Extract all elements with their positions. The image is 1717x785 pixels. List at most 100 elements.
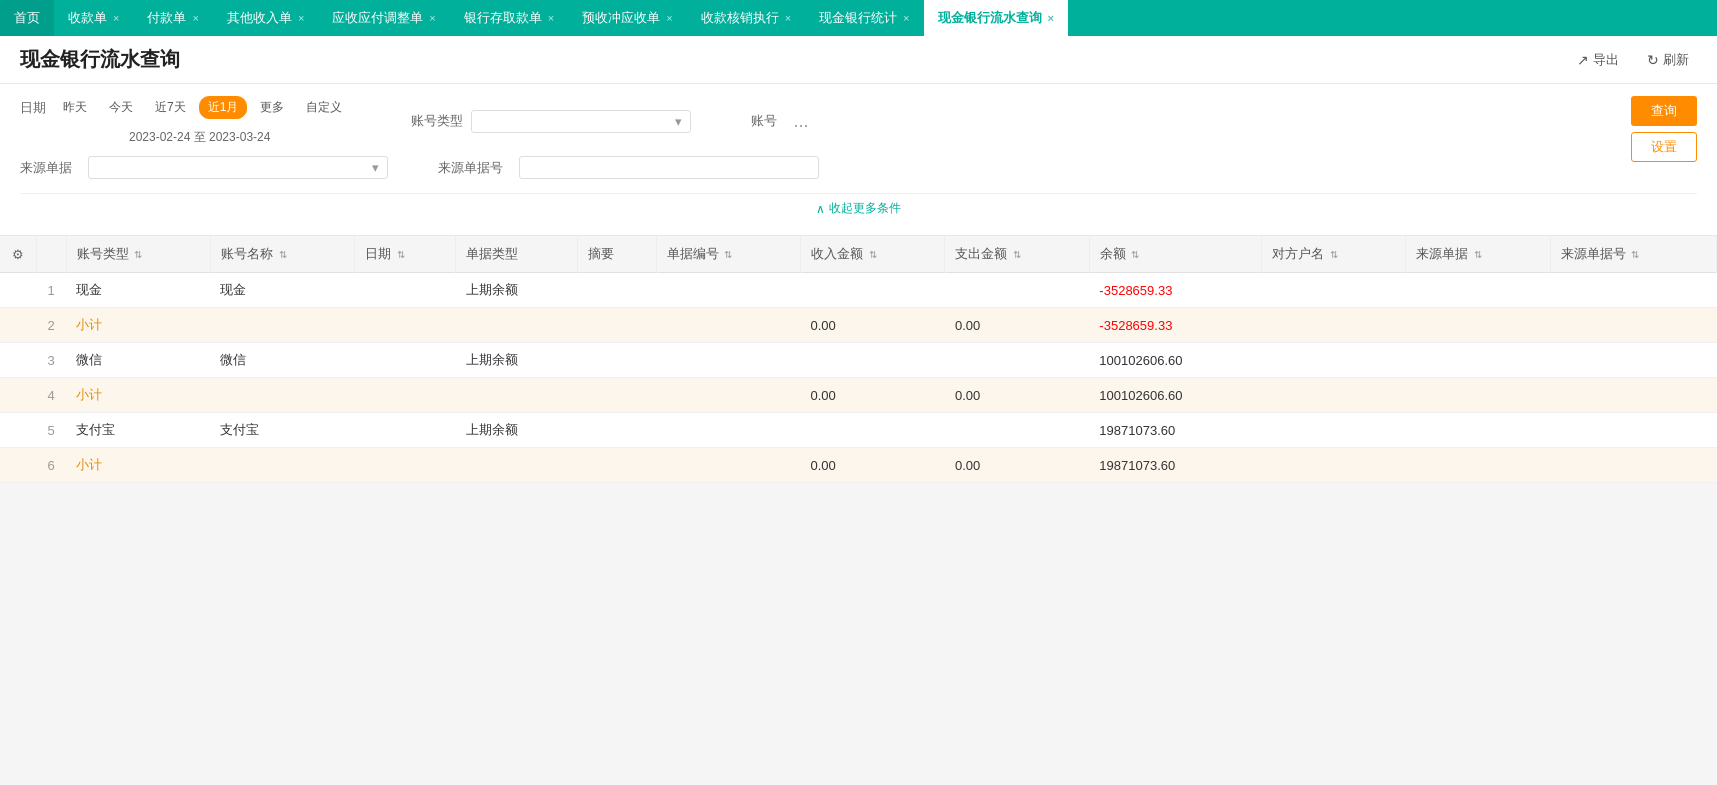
row-summary-3 bbox=[578, 378, 656, 413]
nav-close-bank-deposit[interactable]: × bbox=[548, 12, 554, 24]
nav-close-cash-flow[interactable]: × bbox=[1048, 12, 1054, 24]
refresh-button[interactable]: ↻ 刷新 bbox=[1639, 47, 1697, 73]
nav-item-cash-flow[interactable]: 现金银行流水查询 × bbox=[924, 0, 1068, 36]
row-gear-4 bbox=[0, 413, 36, 448]
nav-close-advance[interactable]: × bbox=[666, 12, 672, 24]
nav-item-advance[interactable]: 预收冲应收单 × bbox=[568, 0, 686, 36]
nav-item-adjustment[interactable]: 应收应付调整单 × bbox=[318, 0, 449, 36]
row-source-doc-4 bbox=[1406, 413, 1550, 448]
date-btn-1month[interactable]: 近1月 bbox=[199, 96, 248, 119]
nav-item-payment[interactable]: 付款单 × bbox=[133, 0, 212, 36]
row-num-2: 3 bbox=[36, 343, 66, 378]
row-counterpart-0 bbox=[1261, 273, 1405, 308]
row-doc-no-4 bbox=[656, 413, 800, 448]
row-source-doc-no-5 bbox=[1550, 448, 1716, 483]
account-filter-group: 账号 ... bbox=[751, 111, 808, 132]
nav-close-adjustment[interactable]: × bbox=[429, 12, 435, 24]
sort-icon-date: ⇅ bbox=[397, 249, 405, 260]
th-date[interactable]: 日期 ⇅ bbox=[355, 236, 456, 273]
nav-close-payment[interactable]: × bbox=[192, 12, 198, 24]
date-options: 昨天 今天 近7天 近1月 更多 自定义 bbox=[54, 96, 351, 119]
row-source-doc-0 bbox=[1406, 273, 1550, 308]
th-gear[interactable]: ⚙ bbox=[0, 236, 36, 273]
th-row-num bbox=[36, 236, 66, 273]
source-doc-select[interactable]: ▾ bbox=[88, 156, 388, 179]
th-doc-type: 单据类型 bbox=[456, 236, 578, 273]
row-expense-3: 0.00 bbox=[945, 378, 1089, 413]
export-button[interactable]: ↗ 导出 bbox=[1569, 47, 1627, 73]
th-account-type[interactable]: 账号类型 ⇅ bbox=[66, 236, 210, 273]
row-summary-5 bbox=[578, 448, 656, 483]
row-balance-0: -3528659.33 bbox=[1089, 273, 1261, 308]
row-summary-4 bbox=[578, 413, 656, 448]
row-balance-5: 19871073.60 bbox=[1089, 448, 1261, 483]
row-gear-2 bbox=[0, 343, 36, 378]
row-date-1 bbox=[355, 308, 456, 343]
th-balance[interactable]: 余额 ⇅ bbox=[1089, 236, 1261, 273]
row-expense-2 bbox=[945, 343, 1089, 378]
filter-left: 日期 昨天 今天 近7天 近1月 更多 自定义 2023-02-24 至 202… bbox=[20, 96, 1601, 189]
nav-item-bank-deposit[interactable]: 银行存取款单 × bbox=[450, 0, 568, 36]
date-btn-custom[interactable]: 自定义 bbox=[297, 96, 351, 119]
sort-icon-source-doc: ⇅ bbox=[1474, 249, 1482, 260]
row-account-type-3: 小计 bbox=[66, 378, 210, 413]
settings-button[interactable]: 设置 bbox=[1631, 132, 1697, 162]
filter-row-2: 来源单据 ▾ 来源单据号 bbox=[20, 156, 1601, 179]
row-num-3: 4 bbox=[36, 378, 66, 413]
th-source-doc[interactable]: 来源单据 ⇅ bbox=[1406, 236, 1550, 273]
source-doc-no-filter-group: 来源单据号 bbox=[438, 156, 819, 179]
th-doc-no[interactable]: 单据编号 ⇅ bbox=[656, 236, 800, 273]
nav-close-other-income[interactable]: × bbox=[298, 12, 304, 24]
date-btn-7days[interactable]: 近7天 bbox=[146, 96, 195, 119]
row-doc-type-0: 上期余额 bbox=[456, 273, 578, 308]
th-account-name[interactable]: 账号名称 ⇅ bbox=[210, 236, 354, 273]
nav-item-receipt[interactable]: 收款单 × bbox=[54, 0, 133, 36]
date-btn-more[interactable]: 更多 bbox=[251, 96, 293, 119]
nav-item-home[interactable]: 首页 bbox=[0, 0, 54, 36]
collapse-bar[interactable]: ∧ 收起更多条件 bbox=[20, 193, 1697, 223]
row-num-5: 6 bbox=[36, 448, 66, 483]
row-account-name-5 bbox=[210, 448, 354, 483]
row-source-doc-no-0 bbox=[1550, 273, 1716, 308]
nav-close-cash-stat[interactable]: × bbox=[903, 12, 909, 24]
date-btn-today[interactable]: 今天 bbox=[100, 96, 142, 119]
row-account-type-0: 现金 bbox=[66, 273, 210, 308]
nav-label-receipt: 收款单 bbox=[68, 9, 107, 27]
row-date-3 bbox=[355, 378, 456, 413]
date-label: 日期 bbox=[20, 99, 46, 117]
account-ellipsis-button[interactable]: ... bbox=[793, 111, 808, 132]
th-counterpart[interactable]: 对方户名 ⇅ bbox=[1261, 236, 1405, 273]
row-counterpart-2 bbox=[1261, 343, 1405, 378]
nav-label-advance: 预收冲应收单 bbox=[582, 9, 660, 27]
row-doc-type-5 bbox=[456, 448, 578, 483]
nav-label-writeoff: 收款核销执行 bbox=[701, 9, 779, 27]
row-doc-no-5 bbox=[656, 448, 800, 483]
table-container: ⚙ 账号类型 ⇅ 账号名称 ⇅ 日期 ⇅ 单据类型 摘要 单据编号 ⇅ 收入金额… bbox=[0, 236, 1717, 483]
date-btn-yesterday[interactable]: 昨天 bbox=[54, 96, 96, 119]
nav-item-writeoff[interactable]: 收款核销执行 × bbox=[687, 0, 805, 36]
th-summary: 摘要 bbox=[578, 236, 656, 273]
row-source-doc-no-1 bbox=[1550, 308, 1716, 343]
row-num-1: 2 bbox=[36, 308, 66, 343]
table-row: 1 现金 现金 上期余额 -3528659.33 bbox=[0, 273, 1717, 308]
th-income[interactable]: 收入金额 ⇅ bbox=[800, 236, 944, 273]
header-actions: ↗ 导出 ↻ 刷新 bbox=[1569, 47, 1697, 73]
th-source-doc-no[interactable]: 来源单据号 ⇅ bbox=[1550, 236, 1716, 273]
row-expense-4 bbox=[945, 413, 1089, 448]
nav-close-receipt[interactable]: × bbox=[113, 12, 119, 24]
nav-item-cash-stat[interactable]: 现金银行统计 × bbox=[805, 0, 923, 36]
row-doc-type-2: 上期余额 bbox=[456, 343, 578, 378]
nav-close-writeoff[interactable]: × bbox=[785, 12, 791, 24]
nav-item-other-income[interactable]: 其他收入单 × bbox=[213, 0, 318, 36]
th-expense[interactable]: 支出金额 ⇅ bbox=[945, 236, 1089, 273]
table-row: 3 微信 微信 上期余额 100102606.60 bbox=[0, 343, 1717, 378]
row-account-name-1 bbox=[210, 308, 354, 343]
source-doc-no-input[interactable] bbox=[519, 156, 819, 179]
nav-label-other-income: 其他收入单 bbox=[227, 9, 292, 27]
row-account-name-0: 现金 bbox=[210, 273, 354, 308]
query-button[interactable]: 查询 bbox=[1631, 96, 1697, 126]
row-doc-no-2 bbox=[656, 343, 800, 378]
account-type-select[interactable]: ▾ bbox=[471, 110, 691, 133]
row-expense-0 bbox=[945, 273, 1089, 308]
source-doc-dropdown-icon: ▾ bbox=[372, 160, 379, 175]
